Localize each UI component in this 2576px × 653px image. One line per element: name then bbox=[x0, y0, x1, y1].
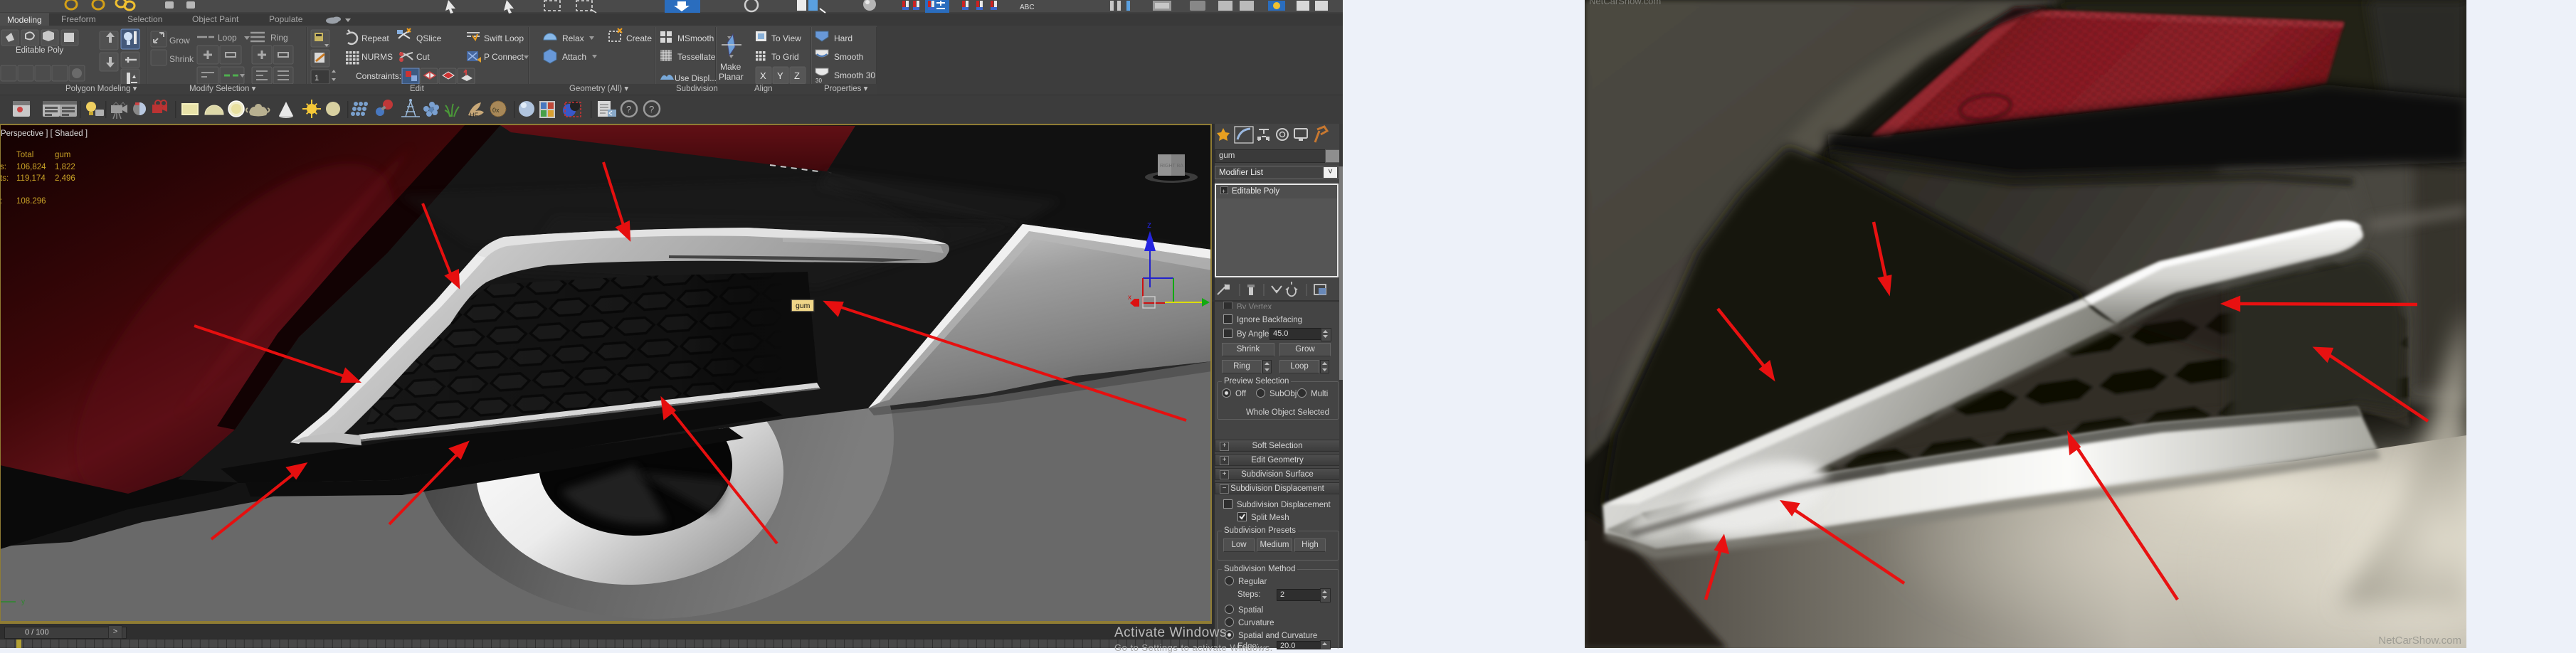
svg-text:RIGHT BA: RIGHT BA bbox=[1160, 164, 1183, 169]
svg-text:MSmooth: MSmooth bbox=[677, 33, 714, 43]
svg-text:Attach: Attach bbox=[562, 52, 586, 62]
svg-text:108.296: 108.296 bbox=[16, 197, 46, 206]
svg-text:Repeat: Repeat bbox=[361, 33, 389, 43]
svg-text:Make: Make bbox=[720, 62, 741, 72]
svg-text:106,824: 106,824 bbox=[16, 163, 46, 171]
svg-text:gum: gum bbox=[796, 302, 811, 310]
svg-text:HF: HF bbox=[470, 112, 478, 119]
svg-text:Tessellate: Tessellate bbox=[677, 52, 716, 62]
svg-text:Z: Z bbox=[794, 70, 800, 81]
svg-text:Use Displ...: Use Displ... bbox=[675, 75, 717, 83]
svg-text:X: X bbox=[760, 70, 766, 81]
svg-text:Swift Loop: Swift Loop bbox=[484, 33, 524, 43]
svg-text:Hard: Hard bbox=[834, 33, 852, 43]
svg-text:?: ? bbox=[626, 104, 631, 115]
svg-text:s:: s: bbox=[0, 163, 6, 171]
svg-text:Shrink: Shrink bbox=[169, 54, 194, 64]
svg-text:Grow: Grow bbox=[169, 36, 190, 46]
svg-text:Planar: Planar bbox=[719, 72, 744, 82]
svg-text:To View: To View bbox=[771, 33, 801, 43]
svg-text:Editable Poly: Editable Poly bbox=[16, 46, 63, 55]
svg-text:Y: Y bbox=[777, 70, 783, 81]
svg-text:Relax: Relax bbox=[562, 33, 584, 43]
svg-text:1: 1 bbox=[315, 74, 319, 83]
svg-text:Total: Total bbox=[16, 151, 33, 159]
svg-text:Cut: Cut bbox=[416, 52, 430, 62]
svg-text:ts:: ts: bbox=[0, 174, 9, 183]
svg-text:Loop: Loop bbox=[218, 33, 237, 43]
svg-text:y: y bbox=[21, 598, 25, 606]
svg-text:Ring: Ring bbox=[270, 33, 288, 43]
svg-text:P Connect: P Connect bbox=[484, 52, 524, 62]
svg-text:2,496: 2,496 bbox=[55, 174, 75, 183]
svg-text:Perspective ] [ Shaded ]: Perspective ] [ Shaded ] bbox=[1, 129, 88, 138]
svg-text:Smooth 30: Smooth 30 bbox=[834, 70, 875, 80]
svg-text:NURMS: NURMS bbox=[361, 52, 393, 62]
svg-text:x: x bbox=[1128, 294, 1131, 302]
svg-text:QSlice: QSlice bbox=[416, 33, 442, 43]
svg-text:0x: 0x bbox=[492, 107, 500, 114]
svg-text:Create: Create bbox=[626, 33, 652, 43]
svg-text:NetCarShow.com: NetCarShow.com bbox=[2378, 635, 2461, 647]
svg-text:ABC: ABC bbox=[1020, 4, 1035, 11]
svg-text:z: z bbox=[1147, 220, 1151, 230]
svg-text:1,822: 1,822 bbox=[55, 163, 75, 171]
svg-text:119,174: 119,174 bbox=[16, 174, 46, 183]
svg-text:30: 30 bbox=[815, 78, 822, 84]
svg-text:gum: gum bbox=[55, 151, 70, 159]
svg-text:To Grid: To Grid bbox=[771, 52, 799, 62]
svg-text:NetCarShow.com: NetCarShow.com bbox=[1589, 0, 1661, 6]
svg-text:?: ? bbox=[649, 104, 654, 115]
svg-text:Constraints:: Constraints: bbox=[356, 71, 401, 81]
svg-text:Smooth: Smooth bbox=[834, 52, 863, 62]
